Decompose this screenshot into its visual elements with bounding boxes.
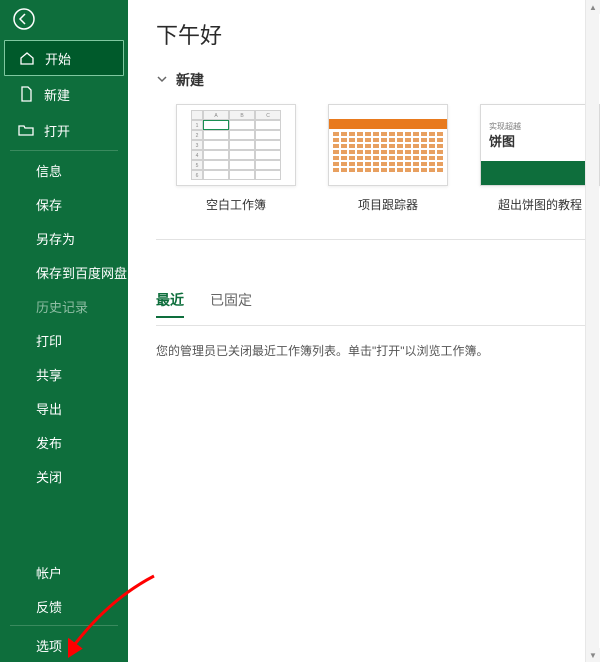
sidebar-item-open[interactable]: 打开 — [0, 112, 128, 148]
sidebar-divider — [10, 150, 118, 151]
sidebar-item-save[interactable]: 保存 — [0, 187, 128, 221]
sidebar-item-close[interactable]: 关闭 — [0, 459, 128, 493]
recent-tabs: 最近 已固定 — [156, 290, 600, 318]
template-thumb — [328, 104, 448, 186]
template-pie-tutorial[interactable]: 实现超越 饼图 超出饼图的教程 — [480, 104, 600, 213]
sidebar-item-new[interactable]: 新建 — [0, 76, 128, 112]
sidebar-item-options[interactable]: 选项 — [0, 628, 128, 662]
template-thumb: ABC123456 — [176, 104, 296, 186]
sidebar-divider — [10, 625, 118, 626]
template-project-tracker[interactable]: 项目跟踪器 — [328, 104, 448, 213]
recent-disabled-notice: 您的管理员已关闭最近工作簿列表。单击"打开"以浏览工作簿。 — [156, 342, 600, 359]
file-icon — [18, 86, 34, 102]
tab-recent[interactable]: 最近 — [156, 290, 184, 318]
sidebar-item-print[interactable]: 打印 — [0, 323, 128, 357]
sidebar-item-save-baidu[interactable]: 保存到百度网盘 — [0, 255, 128, 289]
vertical-scrollbar[interactable]: ▲ ▼ — [585, 0, 599, 662]
back-arrow-icon — [12, 7, 36, 34]
sidebar-item-home[interactable]: 开始 — [4, 40, 124, 76]
template-blank-workbook[interactable]: ABC123456 空白工作簿 — [176, 104, 296, 213]
template-gallery: ABC123456 空白工作簿 项目跟踪器 实现超越 饼图 超出饼图的教程 — [176, 104, 600, 229]
sidebar-item-history: 历史记录 — [0, 289, 128, 323]
sidebar-item-publish[interactable]: 发布 — [0, 425, 128, 459]
sidebar-item-label: 打开 — [44, 121, 70, 140]
sidebar-item-save-as[interactable]: 另存为 — [0, 221, 128, 255]
divider — [156, 239, 596, 240]
sidebar-item-export[interactable]: 导出 — [0, 391, 128, 425]
scroll-down-icon[interactable]: ▼ — [586, 648, 600, 662]
tab-pinned[interactable]: 已固定 — [210, 290, 252, 318]
sidebar-item-label: 开始 — [45, 49, 71, 68]
sidebar-item-feedback[interactable]: 反馈 — [0, 589, 128, 623]
backstage-sidebar: 开始 新建 打开 信息 保存 另存为 保存到百度网盘 历史记录 打印 共享 导出… — [0, 0, 128, 662]
template-label: 项目跟踪器 — [358, 196, 418, 213]
tab-underline — [156, 325, 596, 326]
chevron-down-icon — [156, 72, 168, 88]
home-icon — [19, 50, 35, 66]
template-thumb: 实现超越 饼图 — [480, 104, 600, 186]
sidebar-item-account[interactable]: 帐户 — [0, 555, 128, 589]
new-section-header[interactable]: 新建 — [156, 70, 600, 90]
greeting-heading: 下午好 — [156, 18, 600, 50]
main-panel: 下午好 新建 ABC123456 空白工作簿 项目跟踪器 实现超越 — [128, 0, 600, 662]
sidebar-item-label: 新建 — [44, 85, 70, 104]
sidebar-item-info[interactable]: 信息 — [0, 153, 128, 187]
sidebar-item-share[interactable]: 共享 — [0, 357, 128, 391]
template-label: 超出饼图的教程 — [498, 196, 582, 213]
folder-open-icon — [18, 122, 34, 138]
back-button[interactable] — [0, 0, 128, 40]
template-label: 空白工作簿 — [206, 196, 266, 213]
section-title: 新建 — [176, 70, 204, 90]
scroll-up-icon[interactable]: ▲ — [586, 0, 600, 14]
